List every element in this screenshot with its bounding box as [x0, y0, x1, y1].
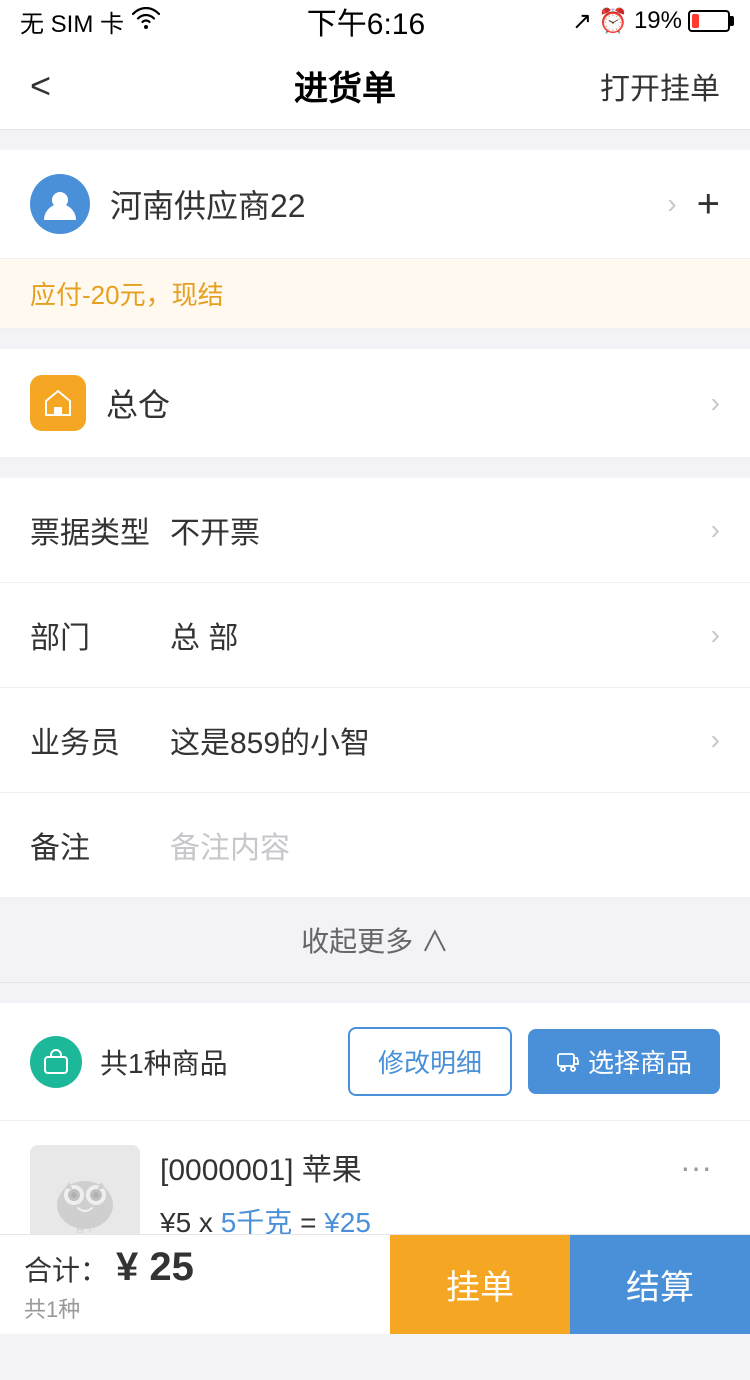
remark-label: 备注 — [30, 823, 170, 867]
invoice-chevron-icon: › — [711, 514, 720, 546]
wifi-icon — [132, 7, 160, 35]
total-main: 合计： ¥ 25 — [24, 1245, 366, 1290]
total-amount: ¥ 25 — [116, 1245, 194, 1290]
warehouse-row[interactable]: 总仓 › — [0, 349, 750, 458]
department-row[interactable]: 部门 总 部 › — [0, 583, 750, 688]
total-label: 合计： — [24, 1249, 108, 1289]
supplier-section: 河南供应商22 › + 应付-20元，现结 — [0, 150, 750, 329]
house-icon — [42, 387, 74, 419]
add-supplier-button[interactable]: + — [697, 182, 720, 227]
edit-details-button[interactable]: 修改明细 — [348, 1027, 512, 1096]
products-icon — [30, 1036, 82, 1088]
gap-3 — [0, 983, 750, 1003]
supplier-name: 河南供应商22 — [110, 181, 667, 227]
supplier-avatar — [30, 174, 90, 234]
department-value: 总 部 — [170, 613, 711, 657]
remark-value: 备注内容 — [170, 823, 720, 867]
salesperson-value: 这是859的小智 — [170, 718, 711, 762]
top-divider — [0, 130, 750, 150]
warehouse-chevron-icon: › — [711, 387, 720, 419]
carrier-label: 无 SIM 卡 — [20, 4, 124, 39]
total-section: 合计： ¥ 25 共1种 — [0, 1235, 390, 1334]
battery-icon — [688, 10, 730, 32]
status-bar-right: ↗ ⏰ 19% — [572, 7, 730, 36]
department-chevron-icon: › — [711, 619, 720, 651]
hang-button[interactable]: 挂单 — [390, 1235, 570, 1334]
status-bar-left: 无 SIM 卡 — [20, 4, 160, 39]
remark-row[interactable]: 备注 备注内容 — [0, 793, 750, 898]
person-icon — [42, 186, 78, 222]
product-name: [0000001] 苹果 — [160, 1145, 672, 1189]
bag-icon — [41, 1047, 71, 1077]
gap-2 — [0, 458, 750, 478]
alarm-icon: ⏰ — [598, 7, 628, 36]
status-time: 下午6:16 — [307, 0, 425, 43]
department-label: 部门 — [30, 613, 170, 657]
products-header: 共1种商品 修改明细 选择商品 — [0, 1003, 750, 1121]
status-bar: 无 SIM 卡 下午6:16 ↗ ⏰ 19% — [0, 0, 750, 42]
select-product-button[interactable]: 选择商品 — [528, 1029, 720, 1094]
battery-percent: 19% — [634, 7, 682, 35]
page-title: 进货单 — [294, 61, 396, 110]
salesperson-label: 业务员 — [30, 718, 170, 762]
open-hang-button[interactable]: 打开挂单 — [600, 64, 720, 108]
select-product-label: 选择商品 — [588, 1043, 692, 1080]
invoice-type-label: 票据类型 — [30, 508, 170, 552]
product-info: [0000001] 苹果 ¥5 x 5千克 = ¥25 — [160, 1145, 672, 1241]
gap-1 — [0, 329, 750, 349]
warehouse-name: 总仓 — [106, 380, 711, 426]
owl-placeholder-icon: 督十 — [45, 1160, 125, 1240]
nav-bar: < 进货单 打开挂单 — [0, 42, 750, 130]
supplier-row[interactable]: 河南供应商22 › + — [0, 150, 750, 259]
supplier-chevron-icon: › — [667, 188, 676, 220]
salesperson-chevron-icon: › — [711, 724, 720, 756]
form-section: 票据类型 不开票 › 部门 总 部 › 业务员 这是859的小智 › 备注 备注… — [0, 478, 750, 898]
location-icon: ↗ — [572, 7, 592, 36]
invoice-type-row[interactable]: 票据类型 不开票 › — [0, 478, 750, 583]
salesperson-row[interactable]: 业务员 这是859的小智 › — [0, 688, 750, 793]
warehouse-icon — [30, 375, 86, 431]
select-product-icon — [556, 1050, 580, 1074]
back-button[interactable]: < — [30, 65, 90, 107]
product-more-button[interactable]: ··· — [672, 1145, 720, 1190]
collapse-button[interactable]: 收起更多 ∧ — [0, 898, 750, 983]
supplier-alert: 应付-20元，现结 — [0, 259, 750, 329]
total-sub: 共1种 — [24, 1292, 366, 1324]
warehouse-section: 总仓 › — [0, 349, 750, 458]
products-count: 共1种商品 — [100, 1042, 348, 1082]
checkout-button[interactable]: 结算 — [570, 1235, 750, 1334]
bottom-bar: 合计： ¥ 25 共1种 挂单 结算 — [0, 1234, 750, 1334]
invoice-type-value: 不开票 — [170, 508, 711, 552]
